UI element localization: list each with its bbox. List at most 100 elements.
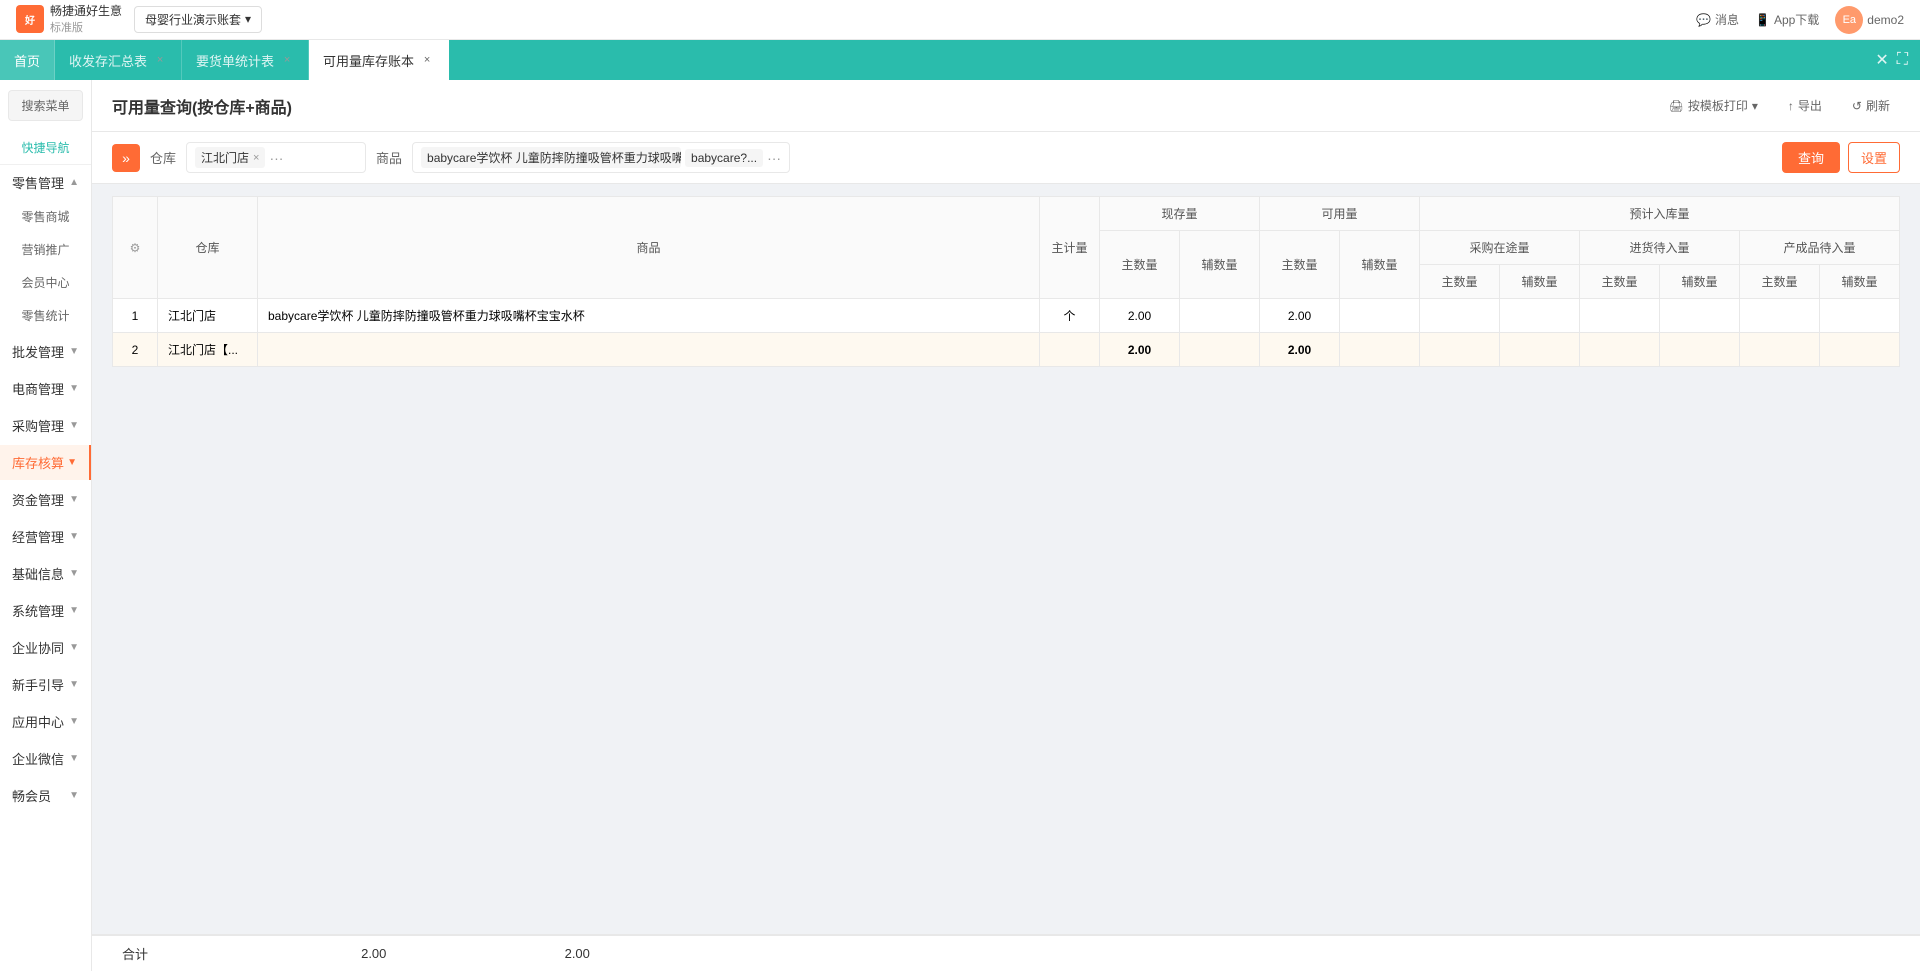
tenant-name: 母婴行业演示账套 [145, 11, 241, 28]
warehouse-tag-close[interactable]: × [253, 152, 259, 164]
th-product-main: 主数量 [1740, 265, 1820, 299]
th-settings-icon[interactable]: ⚙ [113, 197, 158, 299]
chevron-down-icon-7: ▼ [69, 568, 79, 579]
sidebar-group-operations-title[interactable]: 经营管理 ▼ [0, 519, 91, 554]
product-tag-2: babycare?... [685, 149, 763, 167]
close-window-icon[interactable]: ✕ [1875, 50, 1888, 70]
sidebar-group-system-title[interactable]: 系统管理 ▼ [0, 593, 91, 628]
td-prod-main-2 [1740, 333, 1820, 367]
footer-current-qty: 2.00 [272, 946, 476, 961]
sidebar-group-inventory: 库存核算 ▼ [0, 445, 91, 480]
top-bar-left: 好 畅捷通好生意 标准版 母婴行业演示账套 ▾ [16, 4, 262, 34]
sidebar-group-appcenter-title[interactable]: 应用中心 ▼ [0, 704, 91, 739]
filter-toggle-btn[interactable]: » [112, 144, 140, 172]
sidebar-group-newuser-title[interactable]: 新手引导 ▼ [0, 667, 91, 702]
td-current-main-1: 2.00 [1100, 299, 1180, 333]
sidebar-group-wholesale-title[interactable]: 批发管理 ▼ [0, 334, 91, 369]
product-tag-2-value: babycare?... [691, 151, 757, 165]
brand-name: 畅捷通好生意 [50, 4, 122, 18]
tenant-selector[interactable]: 母婴行业演示账套 ▾ [134, 6, 262, 33]
sidebar-group-basic: 基础信息 ▼ [0, 556, 91, 591]
message-label: 消息 [1715, 11, 1739, 28]
chevron-down-icon-12: ▼ [69, 753, 79, 764]
sidebar-group-purchase-label: 采购管理 [12, 416, 64, 435]
settings-gear-icon[interactable]: ⚙ [123, 236, 147, 260]
td-index-2: 2 [113, 333, 158, 367]
user-menu[interactable]: Ea demo2 [1835, 6, 1904, 34]
sidebar-group-inventory-label: 库存核算 [12, 453, 64, 472]
sidebar-group-purchase-title[interactable]: 采购管理 ▼ [0, 408, 91, 443]
chevron-down-icon-5: ▼ [69, 494, 79, 505]
th-available-main-qty: 主数量 [1260, 231, 1340, 299]
warehouse-tag: 江北门店 × [195, 147, 265, 168]
chevron-down-icon-8: ▼ [69, 605, 79, 616]
warehouse-filter[interactable]: 江北门店 × ··· [186, 142, 366, 173]
chevron-down-icon-10: ▼ [69, 679, 79, 690]
print-btn[interactable]: 🖨 按模板打印 ▾ [1659, 92, 1768, 119]
app-download-btn[interactable]: 📱 App下载 [1755, 11, 1819, 28]
warehouse-label: 仓库 [150, 148, 176, 167]
sidebar-group-member-label: 畅会员 [12, 786, 51, 805]
data-table: ⚙ 仓库 商品 主计量 现存量 可用量 预计入库量 主数量 辅数量 主数量 辅数… [112, 196, 1900, 367]
sidebar-item-retail-stats[interactable]: 零售统计 [0, 299, 91, 332]
sidebar-group-ecommerce-title[interactable]: 电商管理 ▼ [0, 371, 91, 406]
export-btn[interactable]: ↑ 导出 [1778, 92, 1832, 119]
tab-receive-send-close[interactable]: × [153, 53, 167, 67]
sidebar-group-collab-title[interactable]: 企业协同 ▼ [0, 630, 91, 665]
tab-order-stats-close[interactable]: × [280, 53, 294, 67]
phone-icon: 📱 [1755, 13, 1770, 27]
td-pur-aux-2 [1500, 333, 1580, 367]
tab-receive-send[interactable]: 收发存汇总表 × [55, 40, 182, 80]
brand: 好 畅捷通好生意 标准版 [16, 4, 122, 34]
tab-available-stock-close[interactable]: × [420, 53, 434, 67]
td-unit-1: 个 [1040, 299, 1100, 333]
td-current-aux-1 [1180, 299, 1260, 333]
th-product-aux: 辅数量 [1820, 265, 1900, 299]
product-filter[interactable]: babycare学饮杯 儿童防摔防撞吸管杯重力球吸嘴杯宝宝水杯 × babyca… [412, 142, 790, 173]
quick-nav-btn[interactable]: 快捷导航 [0, 131, 91, 165]
sidebar-group-operations: 经营管理 ▼ [0, 519, 91, 554]
td-prod-aux-2 [1820, 333, 1900, 367]
sidebar-item-retail-mall[interactable]: 零售商城 [0, 200, 91, 233]
tab-available-stock-label: 可用量库存账本 [323, 51, 414, 70]
search-menu-btn[interactable]: 搜索菜单 [8, 90, 83, 121]
warehouse-tag-value: 江北门店 [201, 149, 249, 166]
tab-home[interactable]: 首页 [0, 40, 55, 80]
sidebar-group-basic-label: 基础信息 [12, 564, 64, 583]
sidebar-group-inventory-title[interactable]: 库存核算 ▼ [0, 445, 91, 480]
th-purchase-aux: 辅数量 [1500, 265, 1580, 299]
sidebar-group-finance: 资金管理 ▼ [0, 482, 91, 517]
tab-order-stats[interactable]: 要货单统计表 × [182, 40, 309, 80]
refresh-btn[interactable]: ↺ 刷新 [1842, 92, 1900, 119]
export-label: 导出 [1798, 97, 1822, 114]
sidebar-search-area: 搜索菜单 [0, 80, 91, 131]
sidebar-group-finance-title[interactable]: 资金管理 ▼ [0, 482, 91, 517]
sidebar-group-finance-label: 资金管理 [12, 490, 64, 509]
warehouse-more-btn[interactable]: ··· [269, 150, 283, 166]
query-btn[interactable]: 查询 [1782, 142, 1840, 173]
chevron-up-icon: ▲ [69, 177, 79, 188]
sidebar-group-collab: 企业协同 ▼ [0, 630, 91, 665]
message-btn[interactable]: 💬 消息 [1696, 11, 1739, 28]
sidebar-group-retail-title[interactable]: 零售管理 ▲ [0, 165, 91, 200]
refresh-label: 刷新 [1866, 97, 1890, 114]
product-tag-1: babycare学饮杯 儿童防摔防撞吸管杯重力球吸嘴杯宝宝水杯 × [421, 147, 681, 168]
sidebar-group-wholesale: 批发管理 ▼ [0, 334, 91, 369]
sidebar-item-marketing[interactable]: 营销推广 [0, 233, 91, 266]
th-current-main-qty: 主数量 [1100, 231, 1180, 299]
chevron-down-icon-11: ▼ [69, 716, 79, 727]
sidebar-group-basic-title[interactable]: 基础信息 ▼ [0, 556, 91, 591]
sidebar-group-member-title[interactable]: 畅会员 ▼ [0, 778, 91, 813]
sidebar-item-members[interactable]: 会员中心 [0, 266, 91, 299]
tab-available-stock[interactable]: 可用量库存账本 × [309, 40, 449, 80]
product-label: 商品 [376, 148, 402, 167]
td-prod-aux-1 [1820, 299, 1900, 333]
sidebar-group-wechat-title[interactable]: 企业微信 ▼ [0, 741, 91, 776]
product-more-btn[interactable]: ··· [767, 150, 781, 166]
footer-row: 合计 2.00 2.00 [112, 944, 1900, 963]
page-title: 可用量查询(按仓库+商品) [112, 94, 292, 118]
settings-btn[interactable]: 设置 [1848, 142, 1900, 173]
expand-icon[interactable]: ⛶ [1897, 51, 1908, 69]
td-warehouse-2: 江北门店【... [158, 333, 258, 367]
footer-available-qty: 2.00 [476, 946, 680, 961]
